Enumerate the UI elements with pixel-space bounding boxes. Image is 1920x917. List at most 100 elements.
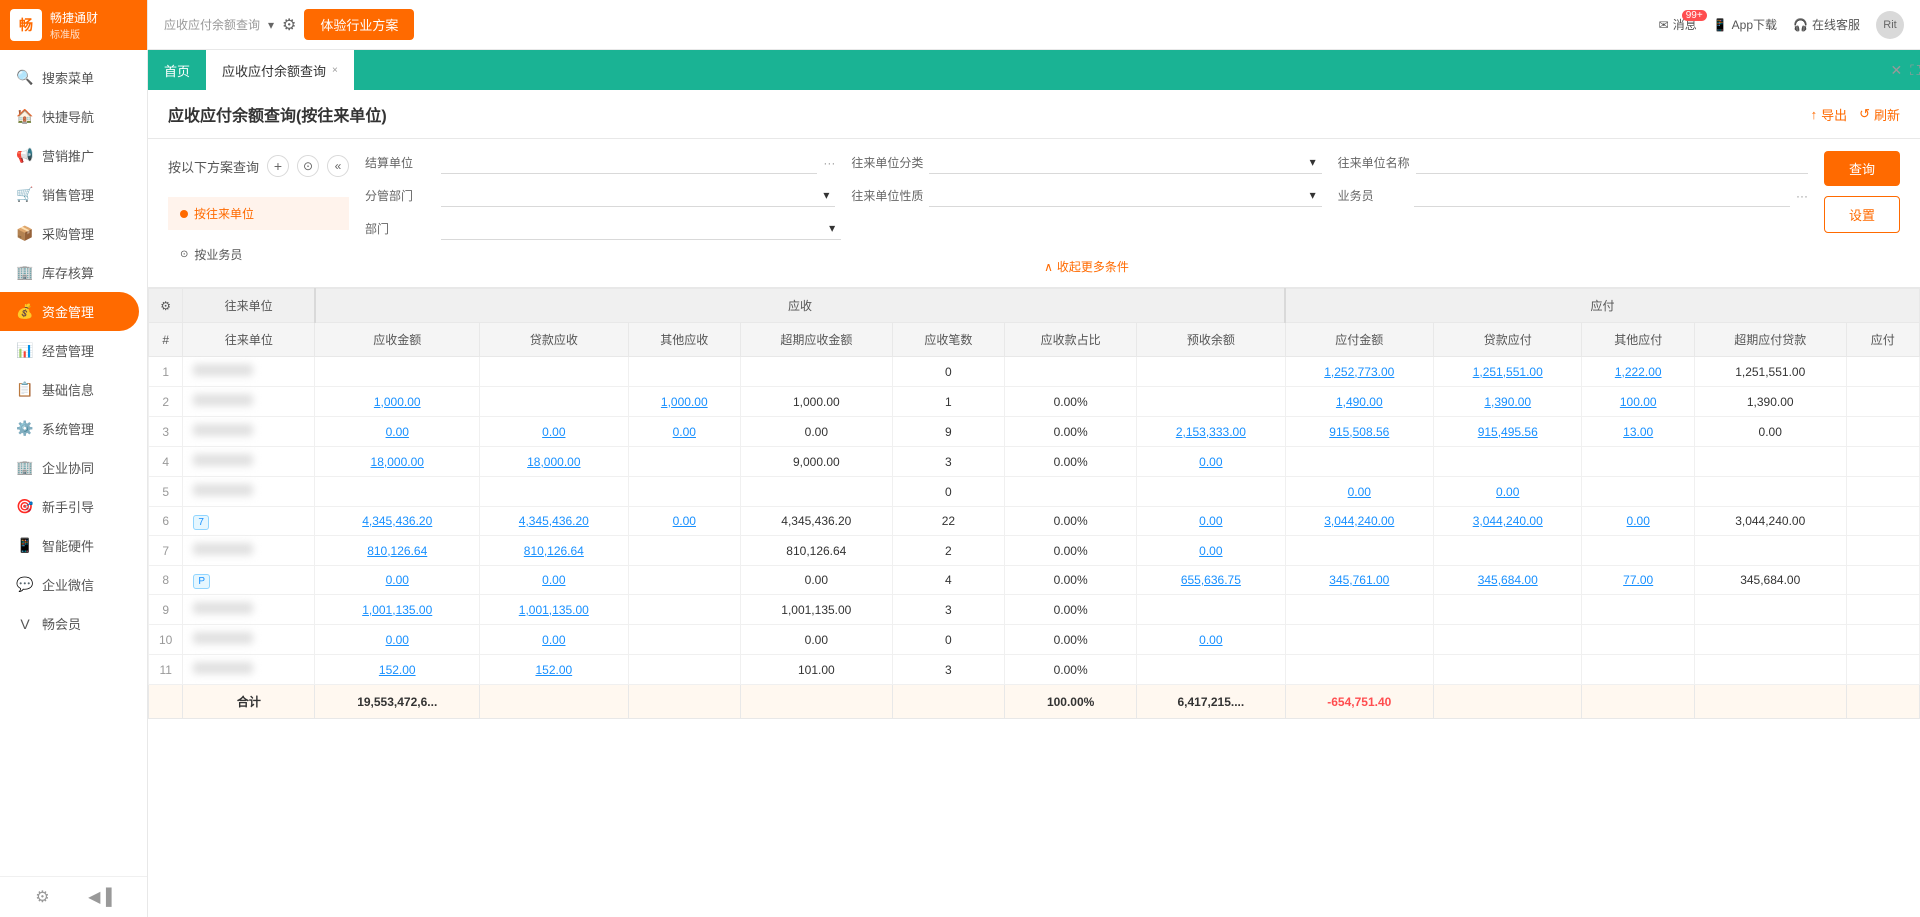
app-download-button[interactable]: 📱 App下载 (1713, 16, 1777, 33)
table-settings-icon[interactable]: ⚙ (160, 299, 171, 313)
row-ar-other-11 (628, 655, 740, 685)
row-ar-loan-7[interactable]: 810,126.64 (480, 536, 628, 566)
row-ap-loan-1[interactable]: 1,251,551.00 (1434, 357, 1582, 387)
sidebar-item-quick-nav[interactable]: 🏠 快捷导航 (0, 97, 147, 136)
topbar-gear-icon[interactable]: ⚙ (282, 15, 296, 35)
row-ap-other-1[interactable]: 1,222.00 (1582, 357, 1694, 387)
online-service-button[interactable]: 🎧 在线客服 (1793, 16, 1860, 33)
window-close-icon[interactable]: ✕ (1890, 62, 1902, 79)
collapse-sidebar-icon[interactable]: ◀▐ (88, 887, 112, 907)
row-prepay-7[interactable]: 0.00 (1137, 536, 1285, 566)
tab-ar-ap[interactable]: 应收应付余额查询 × (206, 50, 354, 90)
row-ap-other-6[interactable]: 0.00 (1582, 507, 1694, 536)
tab-close-icon[interactable]: × (332, 65, 338, 76)
row-ar-loan-8[interactable]: 0.00 (480, 566, 628, 595)
row-ap-loan-8[interactable]: 345,684.00 (1434, 566, 1582, 595)
row-ar-loan-10[interactable]: 0.00 (480, 625, 628, 655)
salesman-input[interactable] (1414, 184, 1790, 207)
row-ar-loan-3[interactable]: 0.00 (480, 417, 628, 447)
row-ap-amount-2[interactable]: 1,490.00 (1285, 387, 1433, 417)
promo-button[interactable]: 体验行业方案 (304, 9, 414, 40)
footer-ar-amount[interactable]: 19,553,472,6... (315, 685, 480, 719)
row-ar-loan-11[interactable]: 152.00 (480, 655, 628, 685)
export-button[interactable]: ↑ 导出 (1811, 105, 1848, 124)
row-partner-1 (183, 357, 315, 387)
settings-footer-icon[interactable]: ⚙ (35, 887, 49, 907)
set-button[interactable]: 设置 (1824, 196, 1900, 233)
filter-add-button[interactable]: + (267, 155, 289, 177)
row-prepay-6[interactable]: 0.00 (1137, 507, 1285, 536)
window-maximize-icon[interactable]: ⛶ (1910, 62, 1920, 79)
sidebar-item-operations[interactable]: 📊 经营管理 (0, 331, 147, 370)
sidebar-item-finance[interactable]: 💰 资金管理 (0, 292, 139, 331)
partner-name-input[interactable] (1416, 151, 1808, 174)
collapse-filter-button[interactable]: ∧ 收起更多条件 (365, 258, 1808, 275)
sidebar-item-purchase[interactable]: 📦 采购管理 (0, 214, 147, 253)
row-ap-other-2[interactable]: 100.00 (1582, 387, 1694, 417)
row-ap-amount-5[interactable]: 0.00 (1285, 477, 1433, 507)
tab-home[interactable]: 首页 (148, 50, 206, 90)
filter-by-partner[interactable]: 按往来单位 (168, 197, 349, 230)
row-ap-loan-5[interactable]: 0.00 (1434, 477, 1582, 507)
row-ap-amount-1[interactable]: 1,252,773.00 (1285, 357, 1433, 387)
sidebar-item-enterprise[interactable]: 🏢 企业协同 (0, 448, 147, 487)
row-ar-amount-3[interactable]: 0.00 (315, 417, 480, 447)
row-ap-loan-6[interactable]: 3,044,240.00 (1434, 507, 1582, 536)
sidebar-item-system[interactable]: ⚙️ 系统管理 (0, 409, 147, 448)
query-button[interactable]: 查询 (1824, 151, 1900, 186)
filter-by-salesman[interactable]: ⊙ 按业务员 (168, 238, 349, 271)
row-ar-other-3[interactable]: 0.00 (628, 417, 740, 447)
row-ap-amount-3[interactable]: 915,508.56 (1285, 417, 1433, 447)
row-ap-loan-3[interactable]: 915,495.56 (1434, 417, 1582, 447)
row-ar-loan-4[interactable]: 18,000.00 (480, 447, 628, 477)
row-ar-amount-7[interactable]: 810,126.64 (315, 536, 480, 566)
footer-prepay[interactable]: 6,417,215.... (1137, 685, 1285, 719)
tab-home-label: 首页 (164, 61, 190, 80)
nav-label-smart-hardware: 智能硬件 (42, 536, 94, 555)
row-ap-loan-2[interactable]: 1,390.00 (1434, 387, 1582, 417)
dept-manager-select[interactable]: ▾ (441, 184, 835, 207)
salesman-dots-icon[interactable]: ··· (1796, 189, 1808, 203)
row-prepay-4[interactable]: 0.00 (1137, 447, 1285, 477)
sidebar-item-inventory[interactable]: 🏢 库存核算 (0, 253, 147, 292)
user-avatar-button[interactable]: Rit (1876, 11, 1904, 39)
sidebar-item-wechat[interactable]: 💬 企业微信 (0, 565, 147, 604)
row-ar-overdue-9: 1,001,135.00 (741, 595, 893, 625)
sidebar-item-sales[interactable]: 🛒 销售管理 (0, 175, 147, 214)
row-ar-amount-9[interactable]: 1,001,135.00 (315, 595, 480, 625)
breadcrumb-chevron-icon[interactable]: ▾ (268, 18, 274, 32)
row-ap-other-3[interactable]: 13.00 (1582, 417, 1694, 447)
settlement-unit-dots-icon[interactable]: ··· (823, 156, 835, 170)
filter-edit-button[interactable]: ⊙ (297, 155, 319, 177)
dept-select[interactable]: ▾ (441, 217, 841, 240)
settlement-unit-input[interactable] (441, 151, 817, 174)
row-prepay-3[interactable]: 2,153,333.00 (1137, 417, 1285, 447)
row-ar-loan-6[interactable]: 4,345,436.20 (480, 507, 628, 536)
row-ap-amount-8[interactable]: 345,761.00 (1285, 566, 1433, 595)
row-ar-amount-8[interactable]: 0.00 (315, 566, 480, 595)
message-button[interactable]: ✉ 消息 99+ (1659, 16, 1697, 33)
refresh-button[interactable]: ↺ 刷新 (1859, 105, 1900, 124)
row-ar-amount-4[interactable]: 18,000.00 (315, 447, 480, 477)
row-prepay-8[interactable]: 655,636.75 (1137, 566, 1285, 595)
partner-nature-select[interactable]: ▾ (929, 184, 1321, 207)
sidebar-item-marketing[interactable]: 📢 营销推广 (0, 136, 147, 175)
row-prepay-10[interactable]: 0.00 (1137, 625, 1285, 655)
row-ar-amount-10[interactable]: 0.00 (315, 625, 480, 655)
row-prepay-5 (1137, 477, 1285, 507)
filter-back-button[interactable]: « (327, 155, 349, 177)
row-ap-other-8[interactable]: 77.00 (1582, 566, 1694, 595)
row-ar-other-6[interactable]: 0.00 (628, 507, 740, 536)
partner-category-select[interactable]: ▾ (929, 151, 1321, 174)
row-ar-amount-6[interactable]: 4,345,436.20 (315, 507, 480, 536)
sidebar-item-search-menu[interactable]: 🔍 搜索菜单 (0, 58, 147, 97)
row-ar-loan-9[interactable]: 1,001,135.00 (480, 595, 628, 625)
sidebar-item-guide[interactable]: 🎯 新手引导 (0, 487, 147, 526)
row-ar-amount-11[interactable]: 152.00 (315, 655, 480, 685)
row-ar-other-2[interactable]: 1,000.00 (628, 387, 740, 417)
row-ar-amount-2[interactable]: 1,000.00 (315, 387, 480, 417)
row-ap-amount-6[interactable]: 3,044,240.00 (1285, 507, 1433, 536)
sidebar-item-basic-info[interactable]: 📋 基础信息 (0, 370, 147, 409)
sidebar-item-member[interactable]: V 畅会员 (0, 604, 147, 643)
sidebar-item-smart-hardware[interactable]: 📱 智能硬件 (0, 526, 147, 565)
